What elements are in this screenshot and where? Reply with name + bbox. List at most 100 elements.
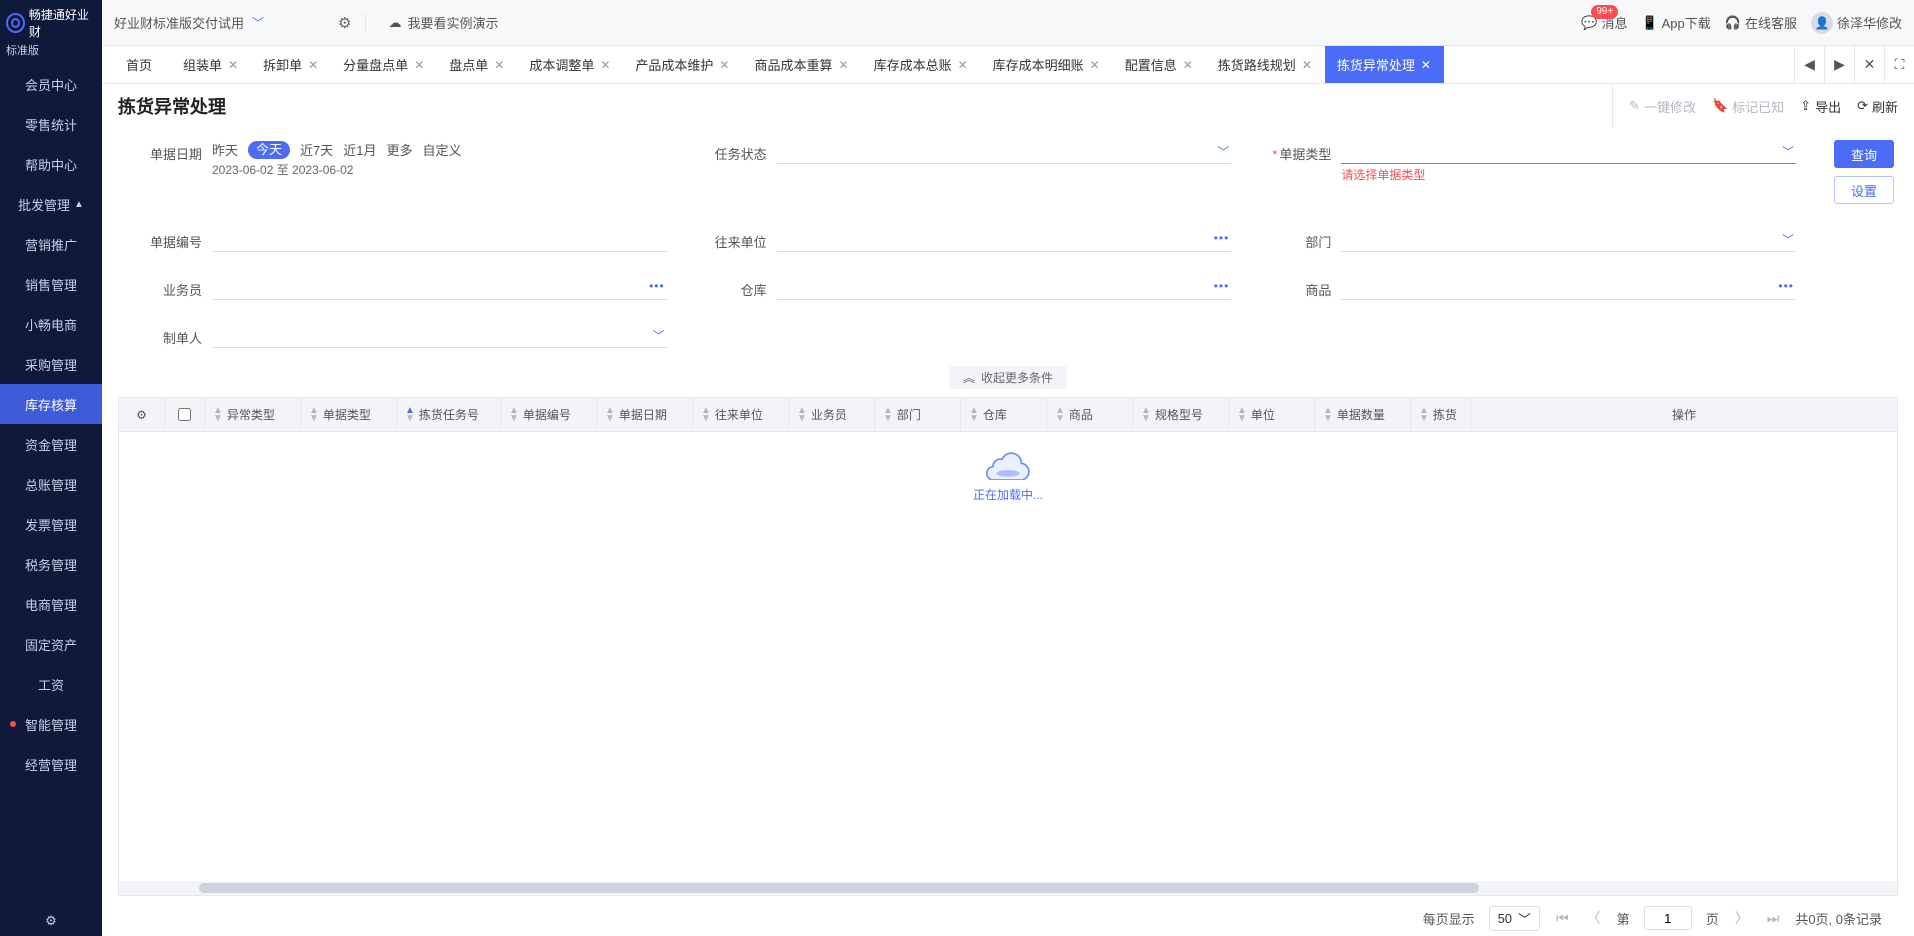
tab-assembly[interactable]: 组装单✕ <box>171 46 251 83</box>
department-input[interactable] <box>1341 228 1796 252</box>
maker-input[interactable] <box>212 324 667 348</box>
tab-goods-cost-recalc[interactable]: 商品成本重算✕ <box>742 46 861 83</box>
col-partner[interactable]: ▲▼往来单位 <box>693 398 789 431</box>
sidebar-item-member-center[interactable]: 会员中心 <box>0 64 102 104</box>
sidebar-item-purchase-mgmt[interactable]: 采购管理 <box>0 344 102 384</box>
col-pick-task-no[interactable]: ▲▼拣货任务号 <box>397 398 501 431</box>
chevron-down-icon[interactable]: ﹀ <box>1782 231 1794 248</box>
scrollbar-thumb[interactable] <box>199 883 1479 893</box>
task-status-input[interactable] <box>777 140 1232 164</box>
page-prev-button[interactable]: 〈 <box>1585 908 1603 928</box>
close-icon[interactable]: ✕ <box>494 58 504 72</box>
online-service-button[interactable]: 🎧 在线客服 <box>1725 13 1797 32</box>
close-icon[interactable]: ✕ <box>839 58 849 72</box>
close-icon[interactable]: ✕ <box>414 58 424 72</box>
col-product[interactable]: ▲▼商品 <box>1047 398 1133 431</box>
page-next-button[interactable]: 〉 <box>1733 908 1751 928</box>
search-button[interactable]: 查询 <box>1834 140 1894 168</box>
user-menu[interactable]: 👤 徐泽华修改 <box>1811 12 1902 34</box>
close-icon[interactable]: ✕ <box>1302 58 1312 72</box>
col-qty[interactable]: ▲▼单据数量 <box>1315 398 1411 431</box>
tabs-next-button[interactable]: ▶ <box>1824 46 1854 84</box>
refresh-button[interactable]: ⟳刷新 <box>1857 97 1898 116</box>
col-warehouse[interactable]: ▲▼仓库 <box>961 398 1047 431</box>
chevron-down-icon[interactable]: ﹀ <box>653 327 665 344</box>
chevron-down-icon[interactable]: ﹀ <box>1217 143 1229 160</box>
tabs-fullscreen-button[interactable]: ⛶ <box>1884 46 1914 84</box>
col-settings[interactable]: ⚙ <box>119 398 165 431</box>
col-doc-type[interactable]: ▲▼单据类型 <box>301 398 397 431</box>
sidebar-item-business-mgmt[interactable]: 经营管理 <box>0 744 102 784</box>
sidebar-item-retail-stats[interactable]: 零售统计 <box>0 104 102 144</box>
close-icon[interactable]: ✕ <box>308 58 318 72</box>
product-selector[interactable]: 好业财标准版交付试用 ﹀ <box>114 13 324 32</box>
chip-last1m[interactable]: 近1月 <box>343 140 376 159</box>
chip-today[interactable]: 今天 <box>248 141 290 159</box>
tab-pick-exception[interactable]: 拣货异常处理✕ <box>1325 46 1444 83</box>
sidebar-item-sales-mgmt[interactable]: 销售管理 <box>0 264 102 304</box>
sidebar-settings[interactable]: ⚙ <box>0 906 102 936</box>
close-icon[interactable]: ✕ <box>1090 58 1100 72</box>
more-icon[interactable]: ••• <box>1778 279 1794 293</box>
chip-more[interactable]: 更多 <box>387 140 413 159</box>
close-icon[interactable]: ✕ <box>719 58 729 72</box>
sidebar-item-marketing[interactable]: 营销推广 <box>0 224 102 264</box>
col-spec[interactable]: ▲▼规格型号 <box>1133 398 1229 431</box>
salesman-input[interactable] <box>212 276 667 300</box>
tab-partial-count[interactable]: 分量盘点单✕ <box>331 46 437 83</box>
more-icon[interactable]: ••• <box>649 279 665 293</box>
col-exception-type[interactable]: ▲▼异常类型 <box>205 398 301 431</box>
warehouse-input[interactable] <box>777 276 1232 300</box>
tab-disassembly[interactable]: 拆卸单✕ <box>251 46 331 83</box>
close-icon[interactable]: ✕ <box>228 58 238 72</box>
horizontal-scrollbar[interactable] <box>119 881 1897 895</box>
tab-pick-route[interactable]: 拣货路线规划✕ <box>1206 46 1325 83</box>
tab-product-cost[interactable]: 产品成本维护✕ <box>623 46 742 83</box>
doc-type-input[interactable] <box>1341 140 1796 164</box>
sidebar-item-ai-mgmt[interactable]: 智能管理 <box>0 704 102 744</box>
close-icon[interactable]: ✕ <box>1421 58 1431 72</box>
sidebar-item-ecom-mgmt[interactable]: 电商管理 <box>0 584 102 624</box>
per-page-select[interactable]: 50﹀ <box>1489 906 1540 931</box>
close-icon[interactable]: ✕ <box>1183 58 1193 72</box>
sidebar-item-funds-mgmt[interactable]: 资金管理 <box>0 424 102 464</box>
tab-cost-adj[interactable]: 成本调整单✕ <box>517 46 623 83</box>
col-doc-no[interactable]: ▲▼单据编号 <box>501 398 597 431</box>
tab-inventory-cost-ledger[interactable]: 库存成本总账✕ <box>862 46 981 83</box>
sidebar-item-fixed-assets[interactable]: 固定资产 <box>0 624 102 664</box>
sidebar-item-tax-mgmt[interactable]: 税务管理 <box>0 544 102 584</box>
col-pick[interactable]: ▲▼拣货 <box>1411 398 1471 431</box>
close-icon[interactable]: ✕ <box>958 58 968 72</box>
tab-home[interactable]: 首页 <box>114 46 171 83</box>
settings-button[interactable]: 设置 <box>1834 176 1894 204</box>
chip-yesterday[interactable]: 昨天 <box>212 140 238 159</box>
more-icon[interactable]: ••• <box>1214 279 1230 293</box>
close-icon[interactable]: ✕ <box>600 58 610 72</box>
tab-config-info[interactable]: 配置信息✕ <box>1113 46 1206 83</box>
doc-no-input[interactable] <box>212 228 667 252</box>
select-all-checkbox[interactable] <box>178 408 191 421</box>
sidebar-item-general-ledger[interactable]: 总账管理 <box>0 464 102 504</box>
page-last-button[interactable]: ⏭ <box>1765 910 1782 927</box>
product-settings-button[interactable]: ⚙ <box>338 14 351 32</box>
sidebar-item-invoice-mgmt[interactable]: 发票管理 <box>0 504 102 544</box>
col-salesman[interactable]: ▲▼业务员 <box>789 398 875 431</box>
sidebar-item-inventory-cost[interactable]: 库存核算 <box>0 384 102 424</box>
sidebar-item-wholesale-mgmt[interactable]: 批发管理▲ <box>0 184 102 224</box>
tab-count[interactable]: 盘点单✕ <box>437 46 517 83</box>
tab-inventory-cost-detail[interactable]: 库存成本明细账✕ <box>981 46 1113 83</box>
page-input[interactable] <box>1644 906 1692 930</box>
chip-last7[interactable]: 近7天 <box>300 140 333 159</box>
col-checkbox[interactable] <box>165 398 205 431</box>
tabs-close-button[interactable]: ✕ <box>1854 46 1884 84</box>
more-icon[interactable]: ••• <box>1214 231 1230 245</box>
chip-custom[interactable]: 自定义 <box>423 140 462 159</box>
chevron-down-icon[interactable]: ﹀ <box>1782 143 1794 160</box>
sidebar-item-salary[interactable]: 工资 <box>0 664 102 704</box>
app-download-button[interactable]: 📱 App下载 <box>1641 13 1710 32</box>
col-department[interactable]: ▲▼部门 <box>875 398 961 431</box>
collapse-filters-button[interactable]: ︽ 收起更多条件 <box>949 366 1067 389</box>
messages-button[interactable]: 99+ 💬 消息 <box>1581 13 1627 32</box>
product-input[interactable] <box>1341 276 1796 300</box>
col-doc-date[interactable]: ▲▼单据日期 <box>597 398 693 431</box>
